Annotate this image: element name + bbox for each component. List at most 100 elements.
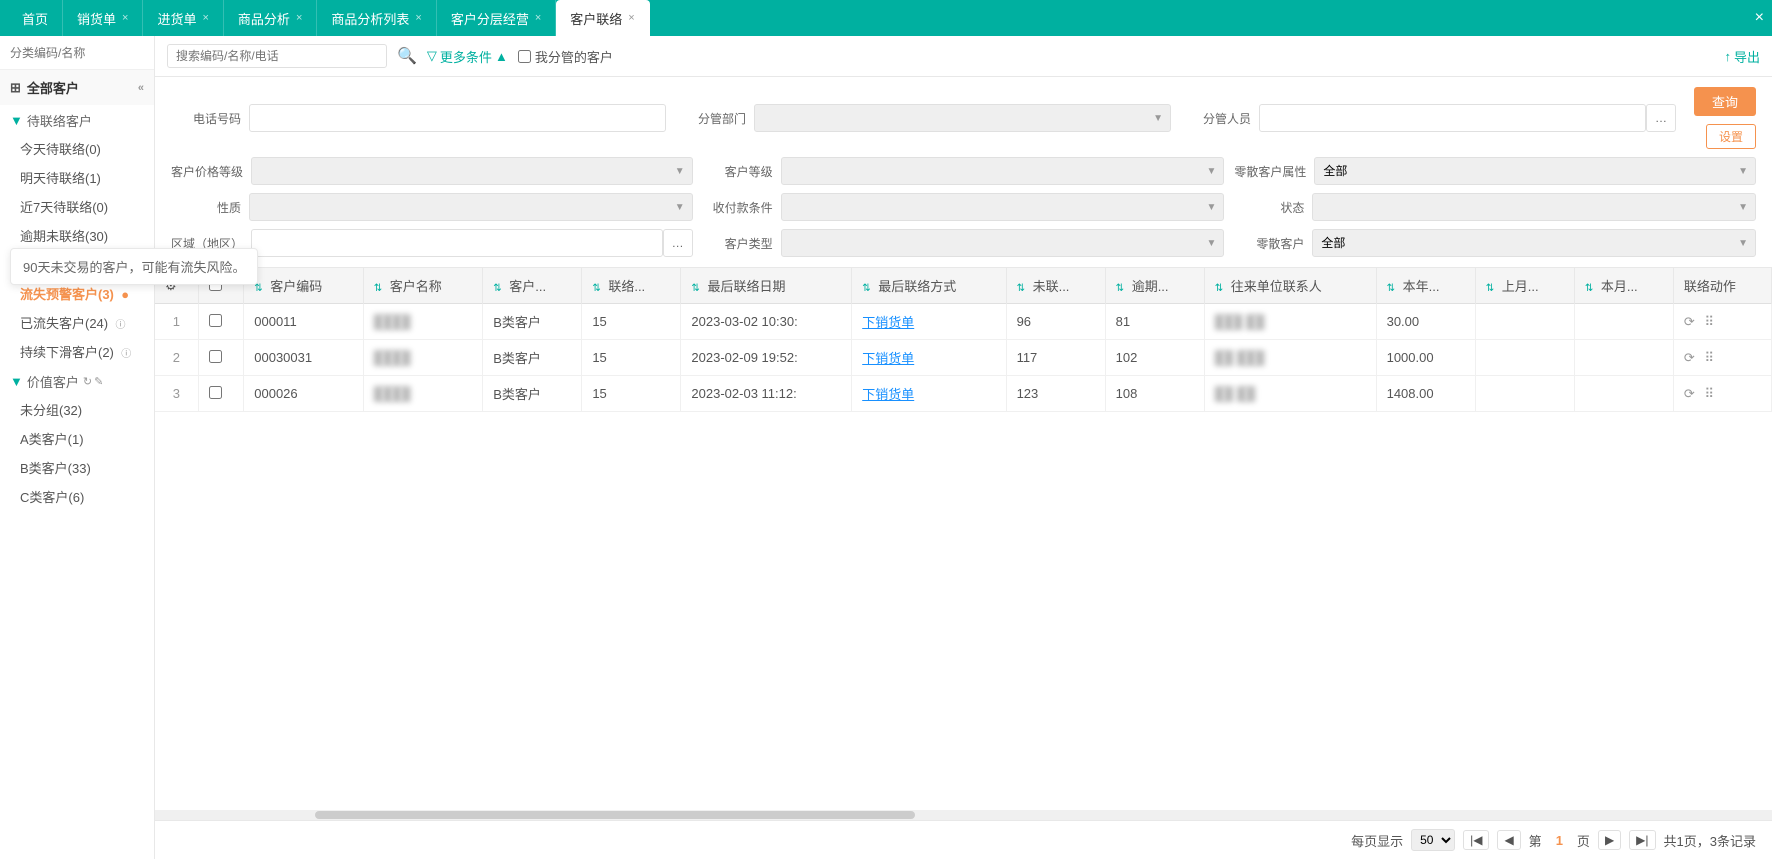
row-checkbox-3[interactable] [198, 376, 244, 412]
my-customers-checkbox[interactable] [518, 50, 531, 63]
tab-sales[interactable]: 销货单 × [63, 0, 143, 36]
th-last-method[interactable]: ⇅ 最后联络方式 [852, 268, 1006, 304]
sidebar-item-tomorrow[interactable]: 明天待联络(1) [0, 163, 154, 192]
close-contact-tab[interactable]: × [628, 12, 634, 24]
customer-level-select[interactable] [781, 157, 1225, 185]
row-action-3[interactable]: ⟳ ⠿ [1673, 376, 1771, 412]
prev-page-btn[interactable]: ◀ [1497, 830, 1520, 850]
sidebar-item-ungroup[interactable]: 未分组(32) [0, 395, 154, 424]
th-last-date[interactable]: ⇅ 最后联络日期 [681, 268, 852, 304]
sidebar-item-today[interactable]: 今天待联络(0) [0, 134, 154, 163]
th-last-month[interactable]: ⇅ 上月... [1475, 268, 1574, 304]
payment-select-wrap: ▼ [781, 193, 1225, 221]
my-customers-checkbox-label[interactable]: 我分管的客户 [518, 47, 613, 66]
close-sales-tab[interactable]: × [122, 12, 128, 24]
value-edit-icon[interactable]: ✎ [94, 375, 103, 388]
dept-select[interactable] [754, 104, 1171, 132]
row-checkbox-1[interactable] [198, 304, 244, 340]
sidebar-item-lost[interactable]: 已流失客户(24) ⓘ [0, 308, 154, 337]
settings-btn[interactable]: 设置 [1706, 124, 1756, 149]
row-checkbox-2[interactable] [198, 340, 244, 376]
row-method-1[interactable]: 下销货单 [852, 304, 1006, 340]
all-customers-header[interactable]: ⊞ 全部客户 « [0, 70, 154, 105]
action-link-icon-2[interactable]: ⟳ [1684, 350, 1695, 365]
row-action-1[interactable]: ⟳ ⠿ [1673, 304, 1771, 340]
row-num-1: 1 [155, 304, 198, 340]
close-segment-tab[interactable]: × [535, 12, 541, 24]
th-this-month[interactable]: ⇅ 本月... [1574, 268, 1673, 304]
status-select[interactable] [1312, 193, 1756, 221]
sidebar: 🔍 ⊞ 全部客户 « ▼ 待联络客户 今天待联络(0) 明天待联络(1) 近7天… [0, 36, 155, 859]
th-type[interactable]: ⇅ 客户... [483, 268, 582, 304]
th-code[interactable]: ⇅ 客户编码 [244, 268, 363, 304]
sidebar-item-class-a[interactable]: A类客户(1) [0, 424, 154, 453]
tab-home[interactable]: 首页 [8, 0, 63, 36]
row-tm-1 [1574, 304, 1673, 340]
zero-customer-select[interactable]: 全部 [1312, 229, 1756, 257]
action-more-icon-2[interactable]: ⠿ [1704, 350, 1714, 365]
scrollbar-thumb[interactable] [315, 811, 915, 819]
person-input[interactable] [1259, 104, 1646, 132]
action-link-icon-1[interactable]: ⟳ [1684, 314, 1695, 329]
th-name[interactable]: ⇅ 客户名称 [363, 268, 482, 304]
query-btn[interactable]: 查询 [1694, 87, 1756, 116]
action-more-icon-3[interactable]: ⠿ [1704, 386, 1714, 401]
close-window-btn[interactable]: × [1755, 9, 1764, 27]
person-dots-btn[interactable]: … [1646, 104, 1676, 132]
page-label: 第 [1529, 831, 1542, 850]
tab-analysis[interactable]: 商品分析 × [224, 0, 317, 36]
sidebar-item-overdue[interactable]: 逾期未联络(30) [0, 221, 154, 250]
th-contact[interactable]: ⇅ 联络... [582, 268, 681, 304]
filter-more-btn[interactable]: ▽ 更多条件 ▲ [427, 47, 508, 66]
region-input[interactable] [251, 229, 663, 257]
first-page-btn[interactable]: |◀ [1463, 830, 1489, 850]
sidebar-group-pending[interactable]: ▼ 待联络客户 [0, 105, 154, 134]
export-btn[interactable]: ↑ 导出 [1724, 47, 1760, 66]
horizontal-scrollbar[interactable] [155, 810, 1772, 820]
tab-customer-contact[interactable]: 客户联络 × [556, 0, 649, 36]
risk-tooltip: 90天未交易的客户，可能有流失风险。 [10, 248, 155, 285]
sort-method-icon: ⇅ [862, 283, 870, 294]
action-link-icon-3[interactable]: ⟳ [1684, 386, 1695, 401]
export-icon: ↑ [1724, 49, 1731, 64]
zero-attr-select[interactable]: 全部 [1314, 157, 1756, 185]
phone-input[interactable] [249, 104, 666, 132]
row-check-2[interactable] [209, 350, 222, 363]
per-page-select[interactable]: 50 [1411, 829, 1455, 851]
sidebar-item-declining[interactable]: 持续下滑客户(2) ⓘ [0, 337, 154, 366]
close-analysis-tab[interactable]: × [296, 12, 302, 24]
close-analysis-list-tab[interactable]: × [415, 12, 421, 24]
tab-analysis-list[interactable]: 商品分析列表 × [317, 0, 436, 36]
sidebar-search-input[interactable] [10, 46, 155, 60]
row-lm-1 [1475, 304, 1574, 340]
price-level-select[interactable] [251, 157, 693, 185]
sidebar-item-7days[interactable]: 近7天待联络(0) [0, 192, 154, 221]
sidebar-item-class-b[interactable]: B类客户(33) [0, 453, 154, 482]
ctype-select[interactable] [781, 229, 1225, 257]
payment-select[interactable] [781, 193, 1225, 221]
nature-select[interactable] [249, 193, 693, 221]
row-contact-3: 15 [582, 376, 681, 412]
region-dots-btn[interactable]: … [663, 229, 693, 257]
next-page-btn[interactable]: ▶ [1598, 830, 1621, 850]
value-refresh-icon[interactable]: ↻ [83, 375, 92, 388]
row-check-1[interactable] [209, 314, 222, 327]
row-action-2[interactable]: ⟳ ⠿ [1673, 340, 1771, 376]
warning-dot: ● [121, 287, 129, 302]
sidebar-item-class-c[interactable]: C类客户(6) [0, 482, 154, 511]
filter-search-input[interactable] [167, 44, 387, 68]
action-more-icon-1[interactable]: ⠿ [1704, 314, 1714, 329]
row-check-3[interactable] [209, 386, 222, 399]
th-not-contacted[interactable]: ⇅ 未联... [1006, 268, 1105, 304]
last-page-btn[interactable]: ▶| [1629, 830, 1655, 850]
close-purchase-tab[interactable]: × [202, 12, 208, 24]
filter-search-btn[interactable]: 🔍 [397, 46, 417, 66]
tab-purchase[interactable]: 进货单 × [143, 0, 223, 36]
th-this-year[interactable]: ⇅ 本年... [1376, 268, 1475, 304]
sidebar-group-value[interactable]: ▼ 价值客户 ↻ ✎ [0, 366, 154, 395]
th-unit-contact[interactable]: ⇅ 往来单位联系人 [1204, 268, 1376, 304]
row-method-3[interactable]: 下销货单 [852, 376, 1006, 412]
tab-customer-segment[interactable]: 客户分层经营 × [437, 0, 556, 36]
row-method-2[interactable]: 下销货单 [852, 340, 1006, 376]
th-overdue[interactable]: ⇅ 逾期... [1105, 268, 1204, 304]
